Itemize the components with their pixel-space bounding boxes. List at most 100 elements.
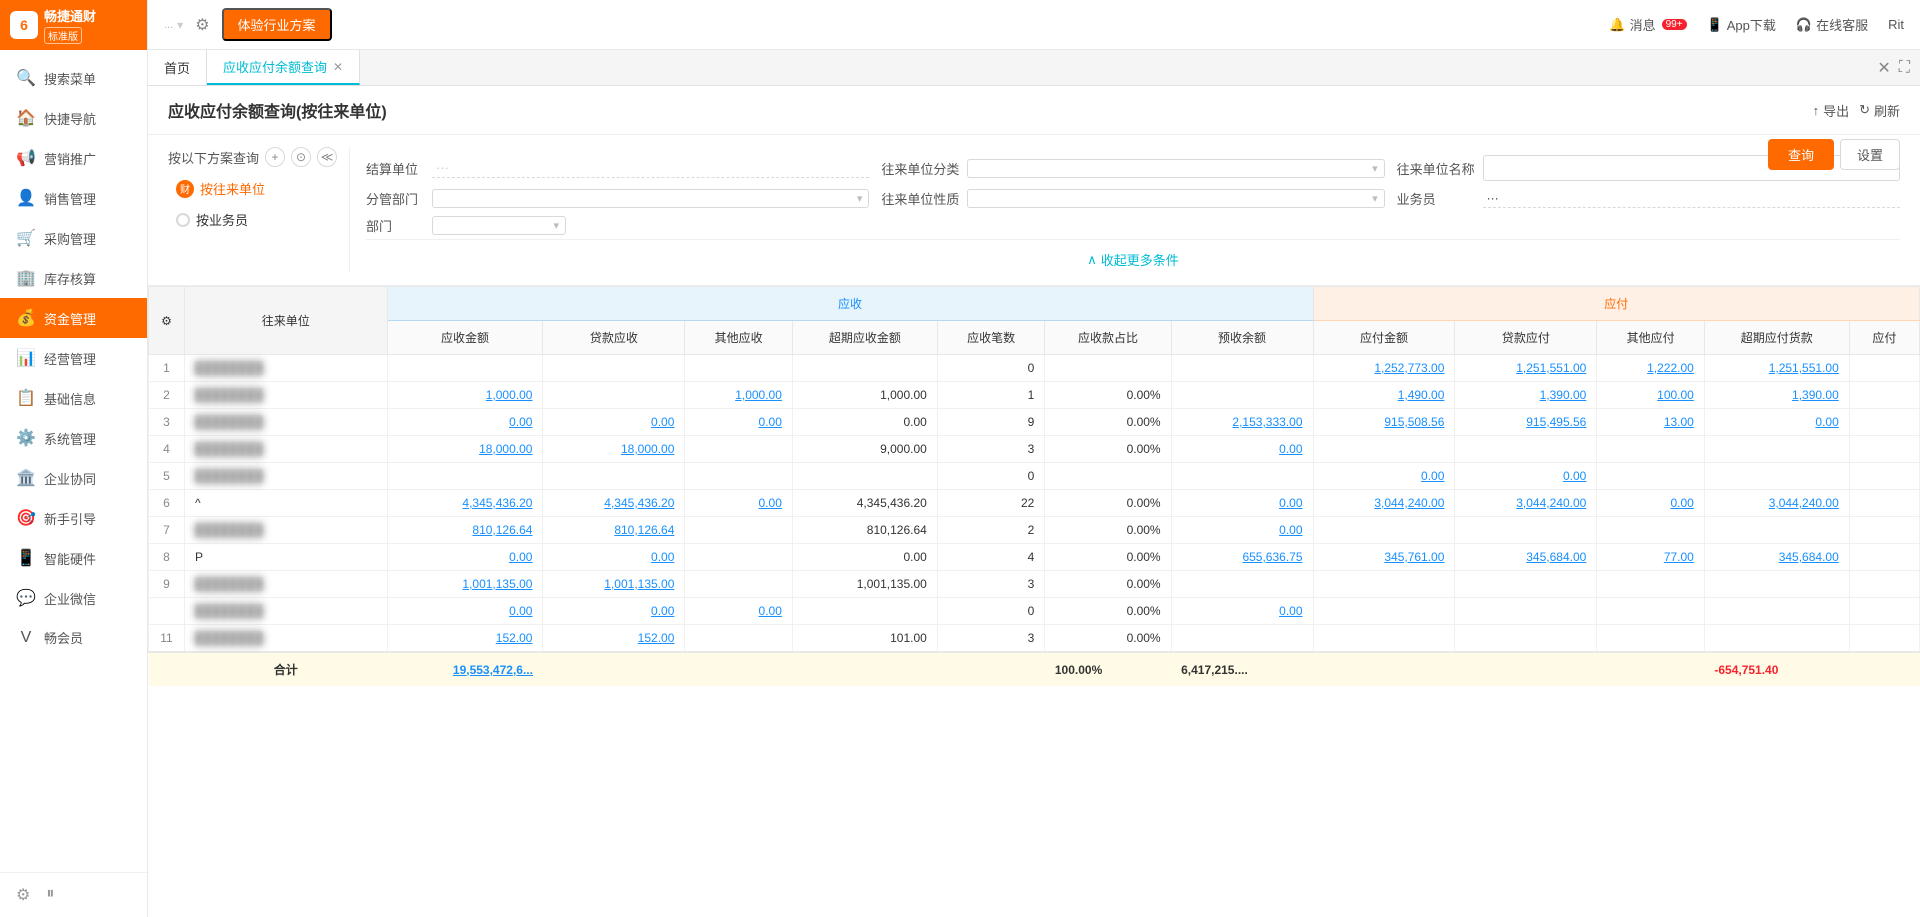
settings-button[interactable]: 设置 (1840, 139, 1900, 170)
cell-link[interactable]: 915,508.56 (1384, 415, 1444, 429)
cell-link[interactable]: 13.00 (1664, 415, 1694, 429)
cell-ar-loan: 4,345,436.20 (543, 490, 685, 517)
cell-link[interactable]: 1,390.00 (1792, 388, 1839, 402)
online-service-button[interactable]: 🎧 在线客服 (1796, 15, 1868, 34)
query-by-salesperson[interactable]: 按业务员 (168, 206, 337, 233)
query-button[interactable]: 查询 (1768, 139, 1834, 170)
sidebar-item-basic-info[interactable]: 📋 基础信息 (0, 378, 147, 418)
promo-button[interactable]: 体验行业方案 (222, 8, 332, 41)
cell-link[interactable]: 1,001,135.00 (604, 577, 674, 591)
cell-link[interactable]: 0.00 (1815, 415, 1838, 429)
sidebar-item-finance[interactable]: 💰 资金管理 (0, 298, 147, 338)
cell-link[interactable]: 0.00 (759, 604, 782, 618)
cell-unit: ████████ (185, 355, 388, 382)
cell-link[interactable]: 0.00 (651, 415, 674, 429)
tab-ar-ap-query[interactable]: 应收应付余额查询 ✕ (207, 50, 360, 85)
cell-ar-overdue (792, 463, 937, 490)
cell-link[interactable]: 1,251,551.00 (1516, 361, 1586, 375)
app-download-button[interactable]: 📱 App下载 (1707, 15, 1776, 34)
cell-link[interactable]: 1,490.00 (1398, 388, 1445, 402)
export-button[interactable]: ↑ 导出 (1813, 101, 1850, 120)
cell-ar-other: 0.00 (685, 598, 793, 625)
cell-link[interactable]: 4,345,436.20 (604, 496, 674, 510)
sidebar-collapse-icon[interactable]: ⏸ (46, 885, 54, 905)
notifications-button[interactable]: 🔔 消息 99+ (1609, 15, 1686, 34)
cell-link[interactable]: 810,126.64 (472, 523, 532, 537)
tab-maximize-icon[interactable]: ⛶ (1899, 59, 1910, 77)
add-filter-button[interactable]: + (265, 147, 285, 167)
cell-link[interactable]: 0.00 (651, 604, 674, 618)
sidebar-item-enterprise[interactable]: 🏛️ 企业协同 (0, 458, 147, 498)
sidebar-item-guide[interactable]: 🎯 新手引导 (0, 498, 147, 538)
cell-link[interactable]: 1,222.00 (1647, 361, 1694, 375)
cell-link[interactable]: 0.00 (759, 415, 782, 429)
cell-link[interactable]: 0.00 (509, 550, 532, 564)
cell-link[interactable]: 1,000.00 (486, 388, 533, 402)
refresh-button[interactable]: ↻ 刷新 (1859, 101, 1900, 120)
cell-link[interactable]: 77.00 (1664, 550, 1694, 564)
tab-close-icon[interactable]: ✕ (333, 60, 343, 74)
cell-link[interactable]: 0.00 (1279, 604, 1302, 618)
cell-link[interactable]: 3,044,240.00 (1769, 496, 1839, 510)
cell-link[interactable]: 3,044,240.00 (1374, 496, 1444, 510)
cell-link[interactable]: 1,001,135.00 (462, 577, 532, 591)
cell-link[interactable]: 1,000.00 (735, 388, 782, 402)
sidebar-item-system[interactable]: ⚙️ 系统管理 (0, 418, 147, 458)
cell-link[interactable]: 18,000.00 (621, 442, 674, 456)
filter-collapse-icon[interactable]: ≪ (317, 147, 337, 167)
sidebar-item-inventory[interactable]: 🏢 库存核算 (0, 258, 147, 298)
settlement-unit-ellipsis[interactable]: ··· (436, 160, 865, 175)
cell-link[interactable]: 100.00 (1657, 388, 1694, 402)
sidebar-item-wechat[interactable]: 💬 企业微信 (0, 578, 147, 618)
sidebar-item-smart-hw[interactable]: 📱 智能硬件 (0, 538, 147, 578)
cell-link[interactable]: 655,636.75 (1242, 550, 1302, 564)
sidebar-item-purchase[interactable]: 🛒 采购管理 (0, 218, 147, 258)
topbar-settings-icon[interactable]: ⚙ (195, 15, 209, 35)
sidebar-item-search-menu[interactable]: 🔍 搜索菜单 (0, 58, 147, 98)
user-menu[interactable]: Rit (1888, 17, 1904, 32)
query-by-unit[interactable]: 财 按往来单位 (168, 175, 337, 202)
cell-ap-extra (1849, 490, 1919, 517)
tab-close-all-icon[interactable]: ✕ (1877, 58, 1890, 78)
cell-link[interactable]: 3,044,240.00 (1516, 496, 1586, 510)
cell-link[interactable]: 0.00 (651, 550, 674, 564)
col-ap-loan: 贷款应付 (1455, 321, 1597, 355)
tab-home[interactable]: 首页 (148, 50, 207, 85)
cell-link[interactable]: 1,252,773.00 (1374, 361, 1444, 375)
cell-link[interactable]: 345,761.00 (1384, 550, 1444, 564)
cell-link[interactable]: 0.00 (1279, 523, 1302, 537)
cell-link[interactable]: 0.00 (1421, 469, 1444, 483)
sidebar-settings-icon[interactable]: ⚙ (16, 885, 30, 905)
sidebar-item-operations[interactable]: 📊 经营管理 (0, 338, 147, 378)
cell-link[interactable]: 345,684.00 (1526, 550, 1586, 564)
cell-link[interactable]: 152.00 (638, 631, 675, 645)
collapse-filter-button[interactable]: ∧ 收起更多条件 (366, 246, 1900, 273)
cell-ar-count: 22 (937, 490, 1045, 517)
cell-ar-count: 2 (937, 517, 1045, 544)
cell-link[interactable]: 0.00 (509, 604, 532, 618)
cell-link[interactable]: 152.00 (496, 631, 533, 645)
cell-link[interactable]: 18,000.00 (479, 442, 532, 456)
cell-link[interactable]: 915,495.56 (1526, 415, 1586, 429)
sidebar-item-marketing[interactable]: 📢 营销推广 (0, 138, 147, 178)
cell-ap-other (1597, 571, 1705, 598)
cell-link[interactable]: 0.00 (1279, 442, 1302, 456)
cell-link[interactable]: 810,126.64 (614, 523, 674, 537)
filter-options-icon[interactable]: ⊙ (291, 147, 311, 167)
sidebar-item-quick-nav[interactable]: 🏠 快捷导航 (0, 98, 147, 138)
cell-link[interactable]: 0.00 (1670, 496, 1693, 510)
table-settings-icon[interactable]: ⚙ (161, 314, 172, 328)
sidebar-item-member[interactable]: V 畅会员 (0, 618, 147, 657)
cell-link[interactable]: 2,153,333.00 (1232, 415, 1302, 429)
cell-link[interactable]: 345,684.00 (1779, 550, 1839, 564)
cell-link[interactable]: 0.00 (1563, 469, 1586, 483)
cell-link[interactable]: 4,345,436.20 (462, 496, 532, 510)
cell-ap-amount: 0.00 (1313, 463, 1455, 490)
cell-link[interactable]: 1,251,551.00 (1769, 361, 1839, 375)
cell-link[interactable]: 0.00 (1279, 496, 1302, 510)
sidebar-item-sales[interactable]: 👤 销售管理 (0, 178, 147, 218)
cell-link[interactable]: 1,390.00 (1540, 388, 1587, 402)
cell-link[interactable]: 0.00 (759, 496, 782, 510)
cell-link[interactable]: 0.00 (509, 415, 532, 429)
salesperson-ellipsis[interactable]: ··· (1487, 191, 1896, 205)
